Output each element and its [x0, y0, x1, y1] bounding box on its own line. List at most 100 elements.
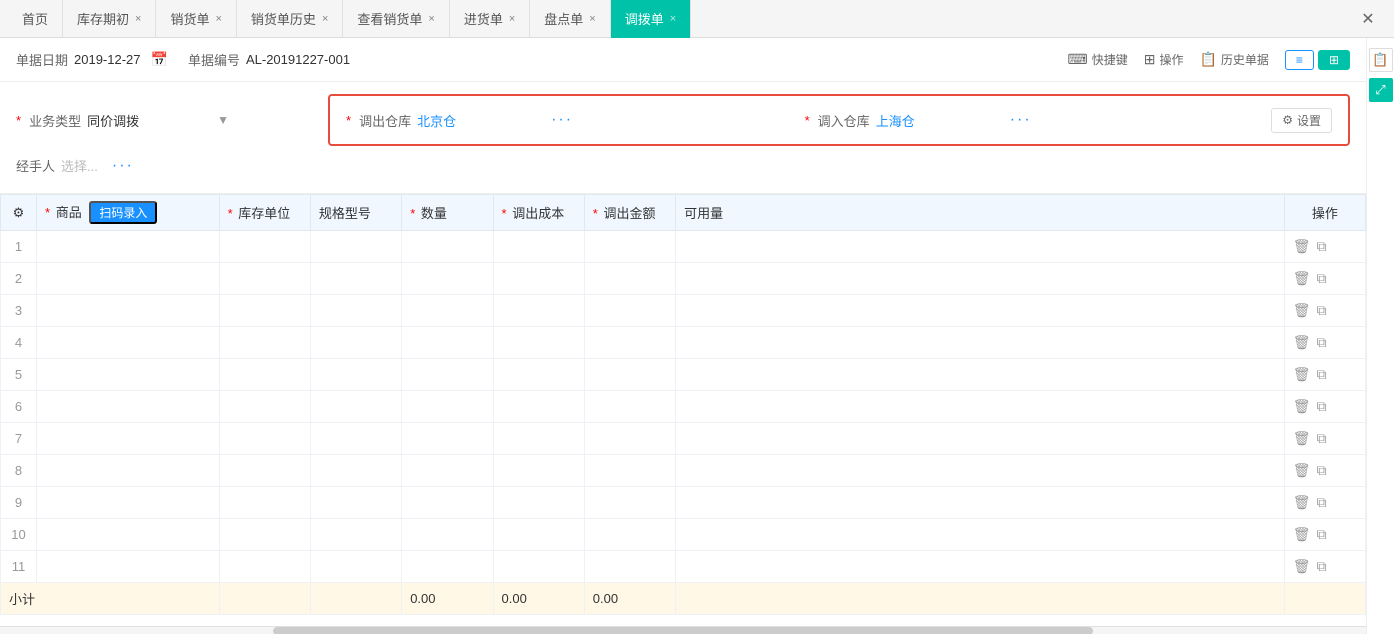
history-button[interactable]: 📋 历史单据 — [1199, 51, 1268, 68]
row-cost-4[interactable] — [493, 327, 584, 359]
tab-view-sales[interactable]: 查看销货单 × — [343, 0, 449, 38]
horizontal-scrollbar[interactable] — [0, 626, 1366, 634]
row-amount-4[interactable] — [584, 327, 675, 359]
row-unit-5[interactable] — [219, 359, 310, 391]
tab-stocktake-close[interactable]: × — [589, 13, 595, 25]
row-qty-9[interactable] — [402, 487, 493, 519]
in-warehouse-more[interactable]: ··· — [1010, 111, 1032, 129]
copy-icon-2[interactable]: ⧉ — [1317, 270, 1327, 287]
scrollbar-thumb[interactable] — [273, 627, 1093, 634]
row-product-3[interactable] — [37, 295, 220, 327]
row-unit-10[interactable] — [219, 519, 310, 551]
row-qty-1[interactable] — [402, 231, 493, 263]
out-warehouse-value[interactable]: 北京仓 — [417, 111, 537, 130]
copy-icon-5[interactable]: ⧉ — [1317, 366, 1327, 383]
tab-home[interactable]: 首页 — [8, 0, 63, 38]
scan-button[interactable]: 扫码录入 — [89, 201, 157, 224]
row-available-2[interactable] — [676, 263, 1285, 295]
row-cost-9[interactable] — [493, 487, 584, 519]
delete-icon-5[interactable]: 🗑 — [1293, 366, 1311, 383]
delete-icon-2[interactable]: 🗑 — [1293, 270, 1311, 287]
tab-sales-history[interactable]: 销货单历史 × — [237, 0, 343, 38]
row-unit-7[interactable] — [219, 423, 310, 455]
row-amount-8[interactable] — [584, 455, 675, 487]
tab-sales-history-close[interactable]: × — [322, 13, 328, 25]
row-qty-2[interactable] — [402, 263, 493, 295]
row-product-1[interactable] — [37, 231, 220, 263]
row-amount-11[interactable] — [584, 551, 675, 583]
row-available-8[interactable] — [676, 455, 1285, 487]
row-product-9[interactable] — [37, 487, 220, 519]
row-product-11[interactable] — [37, 551, 220, 583]
delete-icon-7[interactable]: 🗑 — [1293, 430, 1311, 447]
th-gear[interactable]: ⚙ — [1, 195, 37, 231]
operations-button[interactable]: ⊞ 操作 — [1144, 51, 1184, 68]
row-cost-7[interactable] — [493, 423, 584, 455]
copy-icon-11[interactable]: ⧉ — [1317, 558, 1327, 575]
copy-icon-4[interactable]: ⧉ — [1317, 334, 1327, 351]
copy-icon-8[interactable]: ⧉ — [1317, 462, 1327, 479]
row-qty-7[interactable] — [402, 423, 493, 455]
tab-transfer-close[interactable]: × — [670, 13, 676, 25]
copy-icon-9[interactable]: ⧉ — [1317, 494, 1327, 511]
row-available-3[interactable] — [676, 295, 1285, 327]
delete-icon-9[interactable]: 🗑 — [1293, 494, 1311, 511]
delete-icon-10[interactable]: 🗑 — [1293, 526, 1311, 543]
row-spec-5[interactable] — [310, 359, 401, 391]
row-cost-11[interactable] — [493, 551, 584, 583]
right-panel-doc-button[interactable]: 📋 — [1369, 48, 1393, 72]
row-unit-1[interactable] — [219, 231, 310, 263]
layout-grid-button[interactable]: ⊞ — [1318, 50, 1350, 70]
tab-sales-close[interactable]: × — [215, 13, 221, 25]
delete-icon-1[interactable]: 🗑 — [1293, 238, 1311, 255]
tab-purchase-close[interactable]: × — [509, 13, 515, 25]
row-unit-3[interactable] — [219, 295, 310, 327]
row-available-6[interactable] — [676, 391, 1285, 423]
row-cost-3[interactable] — [493, 295, 584, 327]
business-dropdown-icon[interactable]: ▼ — [217, 113, 229, 127]
row-spec-11[interactable] — [310, 551, 401, 583]
tab-stocktake[interactable]: 盘点单 × — [530, 0, 610, 38]
copy-icon-10[interactable]: ⧉ — [1317, 526, 1327, 543]
row-spec-1[interactable] — [310, 231, 401, 263]
tab-view-sales-close[interactable]: × — [428, 13, 434, 25]
tab-purchase[interactable]: 进货单 × — [450, 0, 530, 38]
gear-icon[interactable]: ⚙ — [13, 205, 25, 220]
settings-button[interactable]: ⚙ 设置 — [1271, 108, 1332, 133]
delete-icon-4[interactable]: 🗑 — [1293, 334, 1311, 351]
row-spec-9[interactable] — [310, 487, 401, 519]
row-product-4[interactable] — [37, 327, 220, 359]
row-spec-6[interactable] — [310, 391, 401, 423]
row-qty-8[interactable] — [402, 455, 493, 487]
row-spec-10[interactable] — [310, 519, 401, 551]
row-amount-6[interactable] — [584, 391, 675, 423]
row-cost-5[interactable] — [493, 359, 584, 391]
row-cost-10[interactable] — [493, 519, 584, 551]
row-qty-6[interactable] — [402, 391, 493, 423]
row-unit-11[interactable] — [219, 551, 310, 583]
row-unit-8[interactable] — [219, 455, 310, 487]
row-spec-4[interactable] — [310, 327, 401, 359]
delete-icon-6[interactable]: 🗑 — [1293, 398, 1311, 415]
tab-inventory-init[interactable]: 库存期初 × — [63, 0, 156, 38]
row-unit-9[interactable] — [219, 487, 310, 519]
tab-sales[interactable]: 销货单 × — [156, 0, 236, 38]
row-qty-11[interactable] — [402, 551, 493, 583]
row-spec-8[interactable] — [310, 455, 401, 487]
window-close-button[interactable]: ✕ — [1350, 0, 1386, 38]
row-product-7[interactable] — [37, 423, 220, 455]
handler-placeholder[interactable]: 选择... — [61, 156, 98, 175]
tab-inventory-init-close[interactable]: × — [135, 13, 141, 25]
row-spec-3[interactable] — [310, 295, 401, 327]
row-unit-2[interactable] — [219, 263, 310, 295]
row-amount-9[interactable] — [584, 487, 675, 519]
row-available-7[interactable] — [676, 423, 1285, 455]
calendar-icon[interactable]: 📅 — [151, 51, 168, 68]
shortcuts-button[interactable]: ⌨ 快捷键 — [1067, 51, 1127, 68]
row-qty-10[interactable] — [402, 519, 493, 551]
row-amount-5[interactable] — [584, 359, 675, 391]
row-cost-6[interactable] — [493, 391, 584, 423]
row-amount-7[interactable] — [584, 423, 675, 455]
out-warehouse-more[interactable]: ··· — [551, 111, 573, 129]
handler-more[interactable]: ··· — [112, 157, 134, 175]
